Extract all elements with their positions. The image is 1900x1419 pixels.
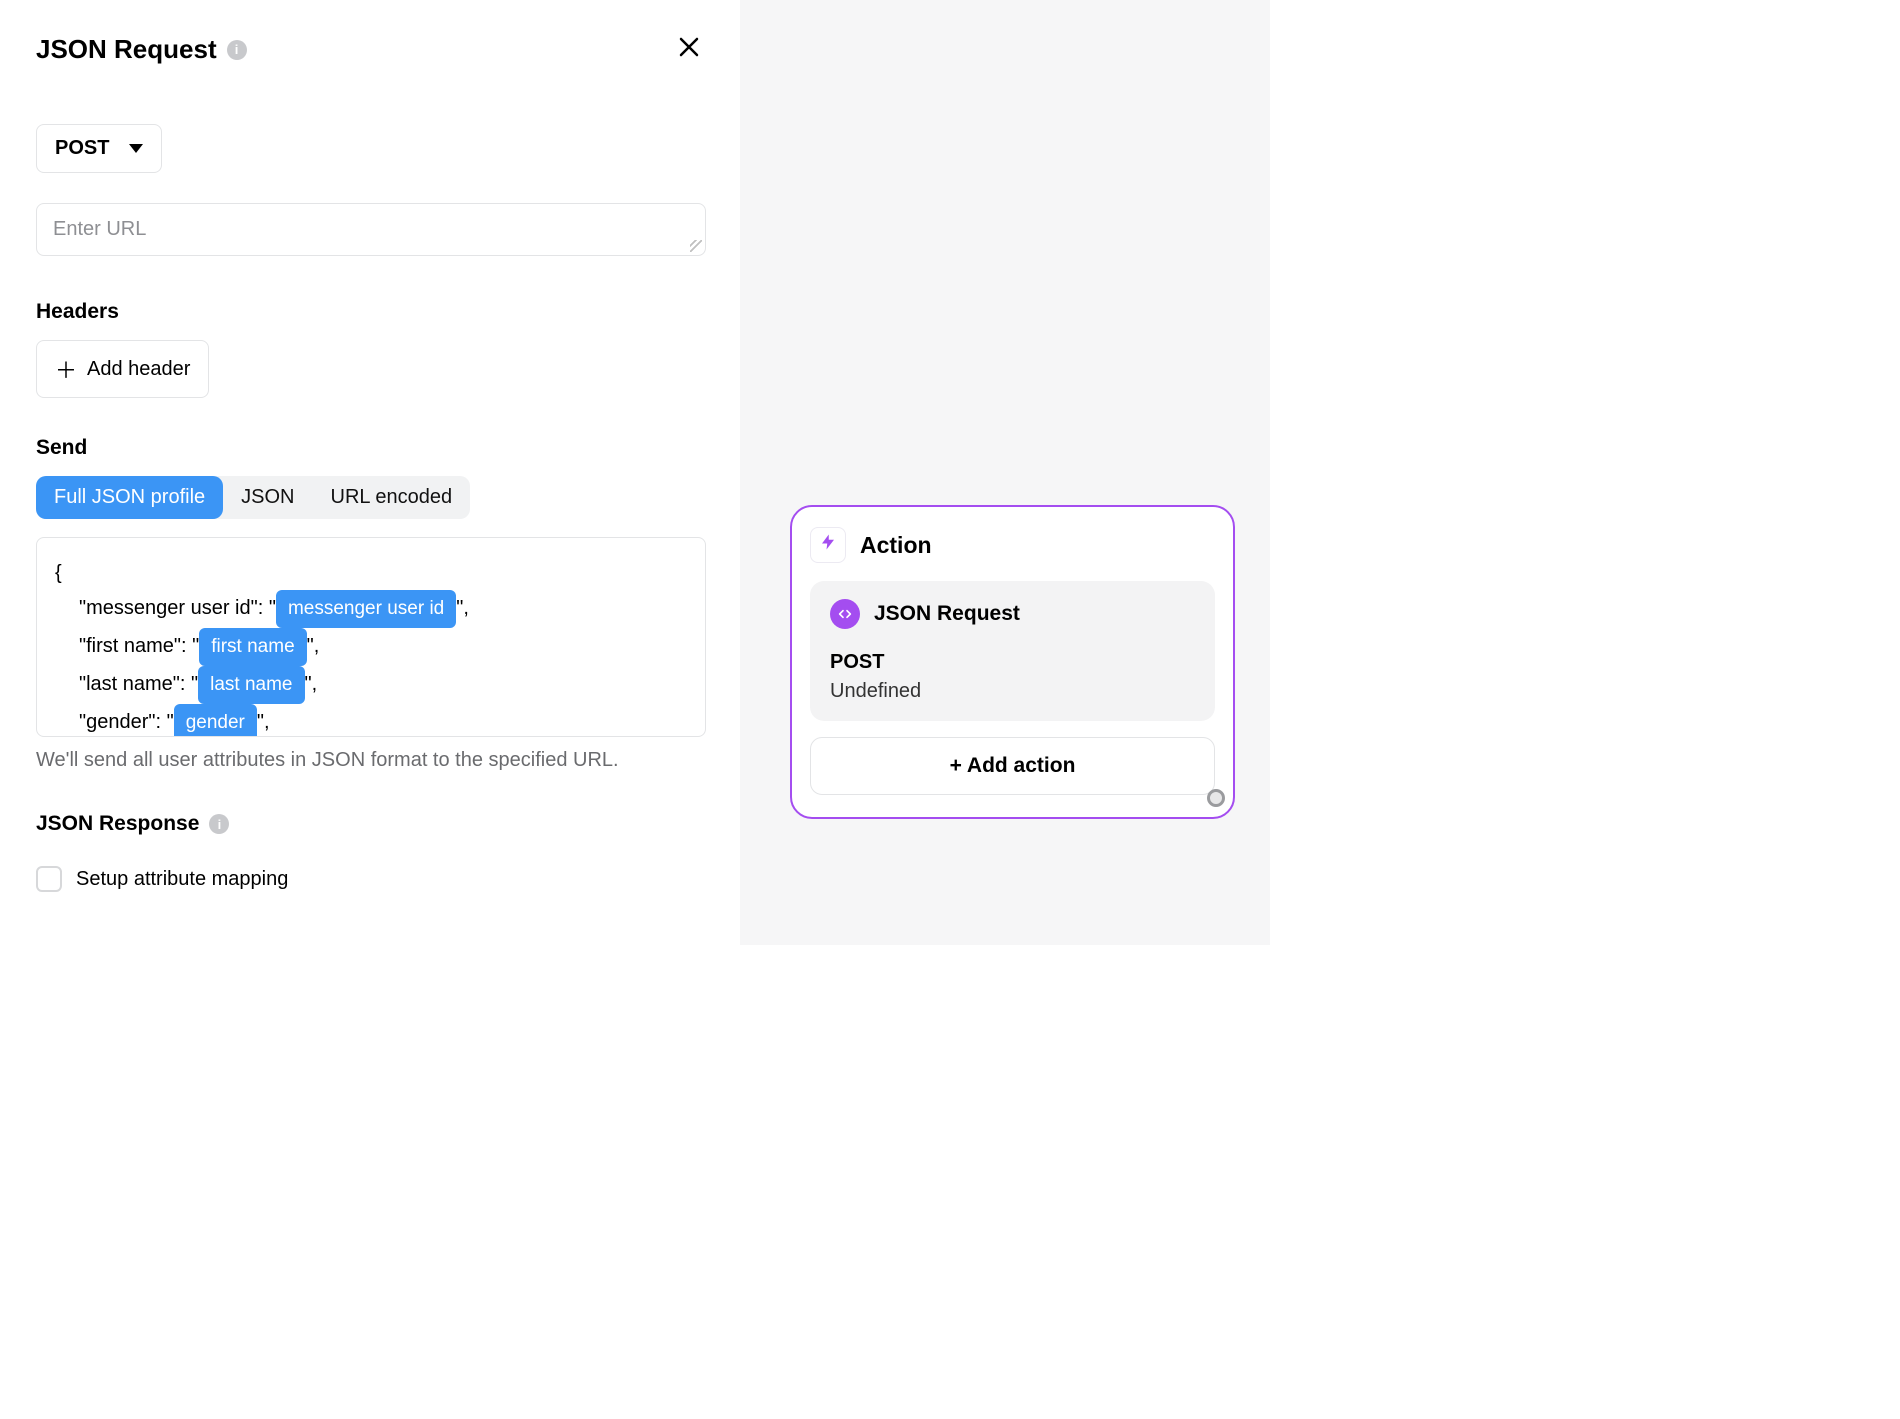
send-format-segmented: Full JSON profile JSON URL encoded [36,476,470,519]
add-header-button[interactable]: ＋ Add header [36,340,209,398]
plus-icon: ＋ [55,353,77,385]
json-line: "messenger user id": "messenger user id"… [55,590,687,628]
json-line: "gender": "gender", [55,704,687,737]
action-node-header: Action [810,527,1215,563]
info-icon[interactable]: i [227,40,247,60]
send-option-full-json[interactable]: Full JSON profile [36,476,223,519]
bolt-icon [819,532,837,558]
action-node[interactable]: Action JSON Request POST Undefined + Add… [790,505,1235,819]
send-label: Send [36,436,704,460]
json-request-panel: JSON Request i POST Enter URL Headers ＋ … [0,0,740,945]
url-placeholder: Enter URL [53,218,146,240]
token-gender[interactable]: gender [174,704,257,737]
json-line: "first name": "first name", [55,628,687,666]
help-text: We'll send all user attributes in JSON f… [36,749,704,772]
token-messenger-user-id[interactable]: messenger user id [276,590,456,628]
token-last-name[interactable]: last name [198,666,304,704]
action-item-title: JSON Request [874,602,1020,626]
panel-header: JSON Request i [36,30,704,69]
add-action-button[interactable]: + Add action [810,737,1215,795]
bolt-badge [810,527,846,563]
http-method-select[interactable]: POST [36,124,162,173]
action-item-url: Undefined [830,680,1195,703]
action-item-header: JSON Request [830,599,1195,629]
action-node-title: Action [860,532,932,559]
headers-label: Headers [36,300,704,324]
action-item[interactable]: JSON Request POST Undefined [810,581,1215,721]
token-first-name[interactable]: first name [199,628,306,666]
action-item-method: POST [830,651,1195,674]
panel-title-text: JSON Request [36,34,217,65]
json-line: "last name": "last name", [55,666,687,704]
close-icon[interactable] [674,30,704,69]
http-method-value: POST [55,137,109,160]
json-open-brace: { [55,556,687,590]
setup-attribute-mapping-checkbox[interactable]: Setup attribute mapping [36,866,704,892]
send-option-json[interactable]: JSON [223,476,312,519]
canvas-area[interactable]: Action JSON Request POST Undefined + Add… [740,0,1270,945]
panel-title: JSON Request i [36,34,247,65]
resize-handle-icon[interactable] [1207,789,1225,807]
checkbox-icon [36,866,62,892]
json-response-label: JSON Response i [36,812,704,836]
code-badge [830,599,860,629]
url-input[interactable]: Enter URL [36,203,706,256]
checkbox-label: Setup attribute mapping [76,868,288,891]
send-option-url-encoded[interactable]: URL encoded [313,476,471,519]
json-body-preview[interactable]: { "messenger user id": "messenger user i… [36,537,706,737]
info-icon[interactable]: i [209,814,229,834]
chevron-down-icon [129,144,143,153]
add-header-label: Add header [87,358,190,381]
